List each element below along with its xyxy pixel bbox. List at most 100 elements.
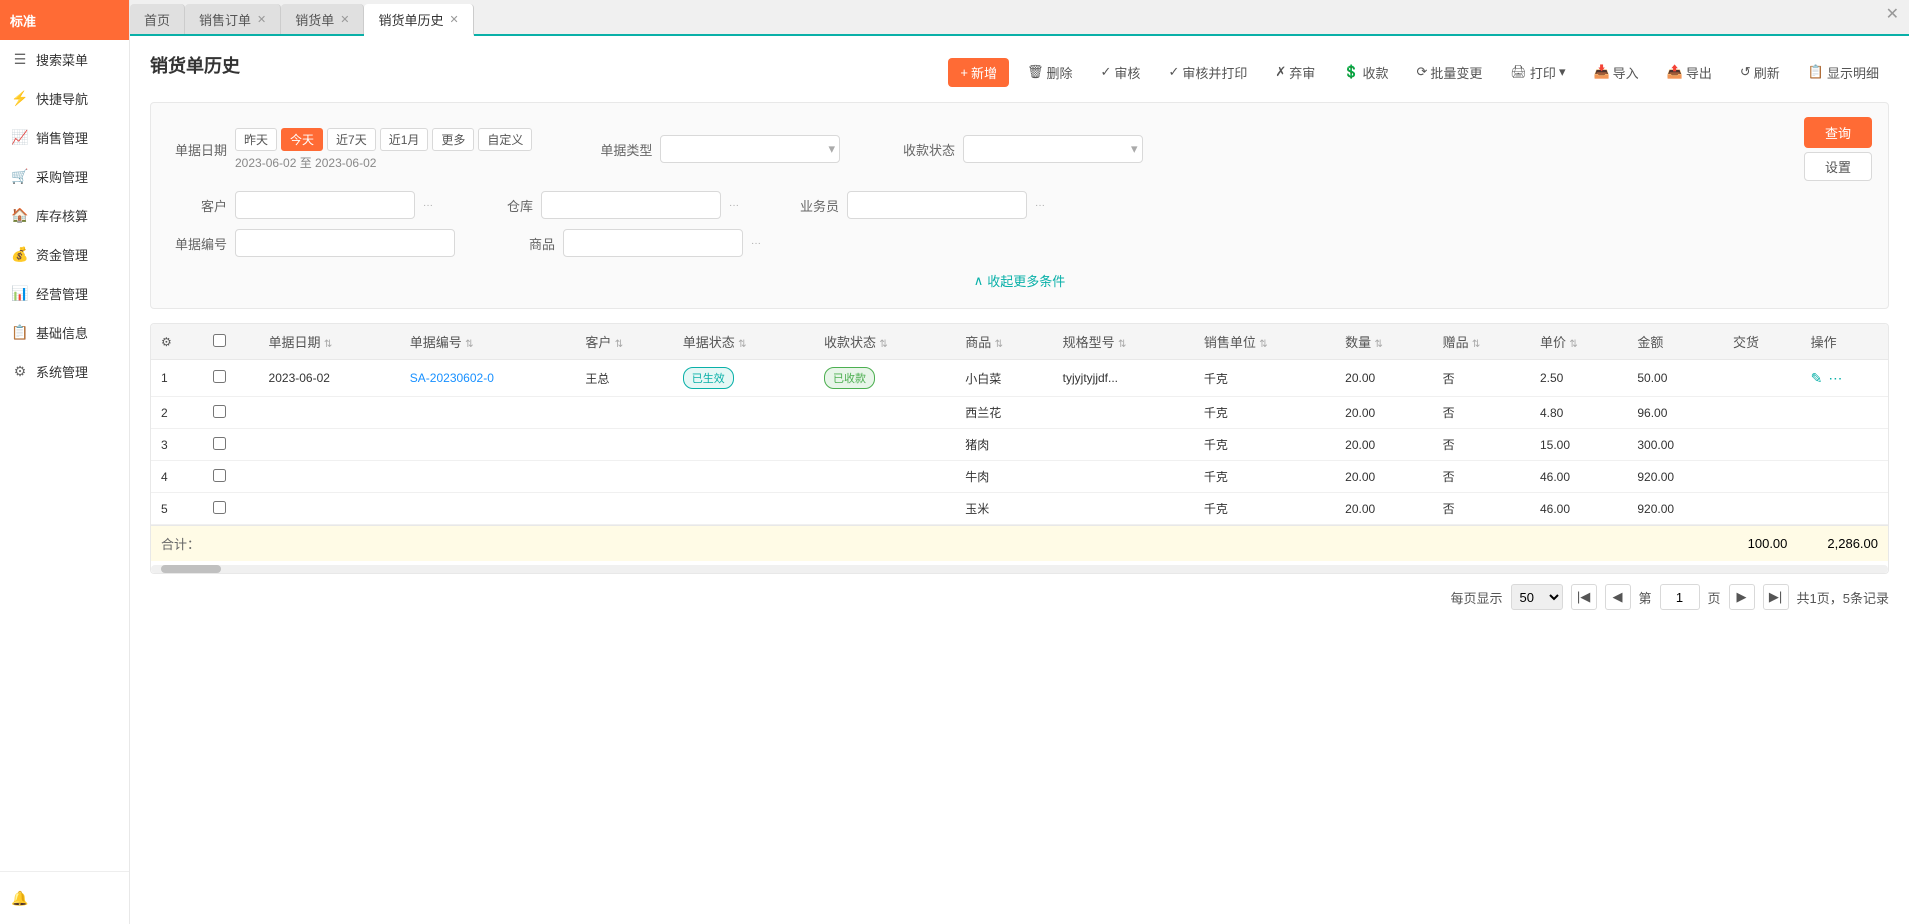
warehouse-dots-icon[interactable]: ··· — [729, 200, 739, 211]
show-detail-button[interactable]: 📋 显示明细 — [1798, 59, 1889, 86]
payment-status-input[interactable] — [963, 135, 1143, 163]
row-gift-4: 否 — [1433, 493, 1530, 525]
row-transaction-4 — [1723, 493, 1801, 525]
row-doc-date-3 — [259, 461, 400, 493]
sidebar-item-search-menu[interactable]: ☰ 搜索菜单 — [0, 40, 129, 79]
row-doc-no-3[interactable] — [400, 461, 576, 493]
col-doc-no[interactable]: 单据编号 ⇅ — [400, 324, 576, 360]
scroll-thumb[interactable] — [161, 565, 221, 573]
edit-icon[interactable]: ✎ — [1811, 370, 1823, 387]
query-button[interactable]: 查询 — [1804, 117, 1872, 148]
next-page-btn[interactable]: ▶ — [1729, 584, 1755, 610]
per-page-select[interactable]: 50 100 200 — [1511, 584, 1563, 610]
row-doc-no-4[interactable] — [400, 493, 576, 525]
goods-input[interactable] — [563, 229, 743, 257]
window-close-btn[interactable]: ✕ — [1886, 4, 1899, 24]
sidebar-item-sales-mgmt[interactable]: 📈 销售管理 — [0, 118, 129, 157]
page-number-input[interactable] — [1660, 584, 1700, 610]
date-btn-more[interactable]: 更多 — [432, 128, 474, 151]
filter-row-2: 客户 ··· 仓库 ··· 业务员 ··· — [167, 191, 1872, 219]
row-doc-no-1[interactable] — [400, 397, 576, 429]
date-btn-7days[interactable]: 近7天 — [327, 128, 376, 151]
col-checkbox[interactable] — [203, 324, 259, 360]
col-qty[interactable]: 数量 ⇅ — [1335, 324, 1432, 360]
sidebar-item-sys-mgmt[interactable]: ⚙ 系统管理 — [0, 352, 129, 391]
tab-sales-order-close[interactable]: ✕ — [257, 13, 266, 26]
tab-sales-delivery-close[interactable]: ✕ — [340, 13, 349, 26]
tab-sales-order[interactable]: 销售订单 ✕ — [185, 4, 281, 34]
last-page-btn[interactable]: ▶| — [1763, 584, 1789, 610]
batch-change-button[interactable]: ⟳ 批量变更 — [1406, 59, 1492, 86]
customer-input[interactable] — [235, 191, 415, 219]
col-unit-price[interactable]: 单价 ⇅ — [1530, 324, 1627, 360]
salesperson-input[interactable] — [847, 191, 1027, 219]
sidebar-item-basic-info[interactable]: 📋 基础信息 — [0, 313, 129, 352]
row-doc-no-2[interactable] — [400, 429, 576, 461]
row-checkbox-2[interactable] — [203, 429, 259, 461]
total-info: 共1页，5条记录 — [1797, 588, 1889, 607]
more-icon[interactable]: ⋯ — [1828, 370, 1842, 387]
review-button[interactable]: ✓ 审核 — [1091, 59, 1151, 86]
tab-sales-history-close[interactable]: ✕ — [450, 13, 459, 26]
operations-icon: 📊 — [12, 286, 28, 302]
row-num-4: 5 — [151, 493, 203, 525]
import-button[interactable]: 📥 导入 — [1583, 59, 1648, 86]
tab-home[interactable]: 首页 — [130, 4, 185, 34]
horizontal-scrollbar[interactable] — [151, 565, 1888, 573]
customer-dots-icon[interactable]: ··· — [423, 200, 433, 211]
row-spec-4 — [1053, 493, 1194, 525]
col-doc-status[interactable]: 单据状态 ⇅ — [673, 324, 814, 360]
goods-dots-icon[interactable]: ··· — [751, 238, 761, 249]
warehouse-input[interactable] — [541, 191, 721, 219]
date-btn-today[interactable]: 今天 — [281, 128, 323, 151]
date-btn-custom[interactable]: 自定义 — [478, 128, 532, 151]
table-row: 1 2023-06-02 SA-20230602-0 王总 已生效 已收款 小白… — [151, 360, 1888, 397]
sidebar-item-operations[interactable]: 📊 经营管理 — [0, 274, 129, 313]
col-settings[interactable]: ⚙ — [151, 324, 203, 360]
tab-sales-delivery[interactable]: 销货单 ✕ — [281, 4, 364, 34]
select-all-checkbox[interactable] — [213, 334, 226, 347]
abandon-button[interactable]: ✗ 弃审 — [1265, 59, 1325, 86]
doc-type-input[interactable] — [660, 135, 840, 163]
filter-doc-type: 单据类型 ▾ — [592, 135, 835, 163]
salesperson-dots-icon[interactable]: ··· — [1035, 200, 1045, 211]
row-unit-price-2: 15.00 — [1530, 429, 1627, 461]
tab-sales-history[interactable]: 销货单历史 ✕ — [364, 4, 473, 36]
date-label: 单据日期 — [167, 140, 227, 159]
sidebar-bottom-item1[interactable]: 🔔 — [0, 880, 129, 916]
settings-button[interactable]: 设置 — [1804, 152, 1872, 181]
first-page-btn[interactable]: |◀ — [1571, 584, 1597, 610]
date-btn-1month[interactable]: 近1月 — [380, 128, 429, 151]
col-customer[interactable]: 客户 ⇅ — [575, 324, 672, 360]
row-checkbox-4[interactable] — [203, 493, 259, 525]
sidebar-item-finance[interactable]: 💰 资金管理 — [0, 235, 129, 274]
row-checkbox-1[interactable] — [203, 397, 259, 429]
export-button[interactable]: 📤 导出 — [1657, 59, 1722, 86]
doc-no-input[interactable] — [235, 229, 455, 257]
col-spec[interactable]: 规格型号 ⇅ — [1053, 324, 1194, 360]
page-content: 销货单历史 + 新增 🗑 删除 ✓ 审核 ✓ 审核并打印 — [130, 36, 1909, 924]
col-doc-date[interactable]: 单据日期 ⇅ — [259, 324, 400, 360]
row-checkbox-3[interactable] — [203, 461, 259, 493]
print-button[interactable]: 🖨 打印 ▾ — [1500, 59, 1575, 86]
add-button[interactable]: + 新增 — [948, 58, 1009, 87]
collapse-button[interactable]: ∧ 收起更多条件 — [970, 267, 1070, 294]
col-unit[interactable]: 销售单位 ⇅ — [1194, 324, 1335, 360]
prev-page-btn[interactable]: ◀ — [1605, 584, 1631, 610]
row-pay-status-0: 已收款 — [814, 360, 955, 397]
collect-button[interactable]: 💲 收款 — [1333, 59, 1398, 86]
refresh-button[interactable]: ↺ 刷新 — [1730, 59, 1790, 86]
col-gift[interactable]: 赠品 ⇅ — [1433, 324, 1530, 360]
col-pay-status[interactable]: 收款状态 ⇅ — [814, 324, 955, 360]
row-goods-4: 玉米 — [955, 493, 1052, 525]
sidebar-item-quick-nav[interactable]: ⚡ 快捷导航 — [0, 79, 129, 118]
delete-button[interactable]: 🗑 删除 — [1017, 59, 1083, 86]
sidebar-item-inventory[interactable]: 🏠 库存核算 — [0, 196, 129, 235]
row-doc-no-0[interactable]: SA-20230602-0 — [400, 360, 576, 397]
sidebar-item-purchase-mgmt[interactable]: 🛒 采购管理 — [0, 157, 129, 196]
row-checkbox-0[interactable] — [203, 360, 259, 397]
row-unit-0: 千克 — [1194, 360, 1335, 397]
date-btn-yesterday[interactable]: 昨天 — [235, 128, 277, 151]
col-goods[interactable]: 商品 ⇅ — [955, 324, 1052, 360]
review-print-button[interactable]: ✓ 审核并打印 — [1158, 59, 1257, 86]
